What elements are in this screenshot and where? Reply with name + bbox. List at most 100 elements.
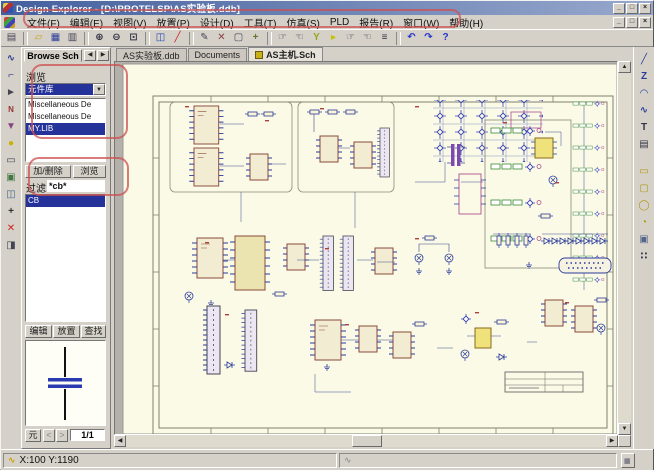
list-item[interactable]: Miscellaneous De <box>26 111 105 123</box>
renumber-icon[interactable]: ☜ <box>359 31 376 46</box>
sheet-symbol-tool-icon[interactable]: ▣ <box>3 170 19 185</box>
round-rect-tool-icon[interactable]: ▢ <box>636 181 652 196</box>
cut-icon[interactable]: ✕ <box>213 31 230 46</box>
print-icon[interactable]: ▥ <box>64 31 81 46</box>
menu-window[interactable]: 窗口(W) <box>398 15 444 30</box>
run-cursor-icon[interactable]: ▸ <box>325 31 342 46</box>
tab-documents[interactable]: Documents <box>188 48 248 61</box>
library-listbox[interactable]: Miscellaneous De Miscellaneous De MY.LIB <box>25 98 106 162</box>
scroll-right-icon[interactable]: ▶ <box>606 435 618 447</box>
filter-input[interactable]: *cb* <box>47 180 105 192</box>
undo-icon[interactable]: ↶ <box>403 31 420 46</box>
graphic-tool-icon[interactable]: ▣ <box>636 232 652 247</box>
panel-tab-browse-sch[interactable]: Browse Sch <box>24 49 82 62</box>
text-frame-tool-icon[interactable]: ▤ <box>636 137 652 152</box>
toolbar-separator <box>23 32 28 45</box>
annotate-icon[interactable]: ☞ <box>342 31 359 46</box>
part-place-tool-icon[interactable]: ▭ <box>3 153 19 168</box>
delete-tool-icon[interactable]: ✕ <box>3 221 19 236</box>
tab-label: Documents <box>195 50 241 60</box>
menu-edit[interactable]: 编辑(E) <box>65 15 108 30</box>
schematic-drawing <box>115 62 617 434</box>
page-next-button[interactable]: > <box>56 429 68 442</box>
zoom-out-icon[interactable]: ⊖ <box>108 31 125 46</box>
picture-tool-icon[interactable]: ◫ <box>3 187 19 202</box>
bezier-tool-icon[interactable]: ∿ <box>636 103 652 118</box>
find-button[interactable]: 查找 <box>81 325 106 338</box>
menu-design[interactable]: 设计(D) <box>195 15 239 30</box>
scroll-left-icon[interactable]: ◀ <box>114 435 126 447</box>
list-item-selected[interactable]: CB <box>26 195 105 207</box>
save-icon[interactable]: ▦ <box>47 31 64 46</box>
menu-help[interactable]: 帮助(H) <box>444 15 488 30</box>
browse-library-icon[interactable]: ◫ <box>152 31 169 46</box>
page-prev-button[interactable]: < <box>43 429 55 442</box>
status-grid-button[interactable]: ▦ <box>621 453 635 468</box>
list-icon[interactable]: ≡ <box>376 31 393 46</box>
text-tool-icon[interactable]: T <box>636 120 652 135</box>
list-item[interactable]: Miscellaneous De <box>26 99 105 111</box>
schematic-canvas[interactable] <box>114 61 618 435</box>
probe-part-icon[interactable]: ☞ <box>274 31 291 46</box>
minimize-button[interactable]: _ <box>613 3 625 14</box>
close-button[interactable]: × <box>639 3 651 14</box>
scroll-down-icon[interactable]: ▼ <box>618 423 631 435</box>
list-item-selected[interactable]: MY.LIB <box>26 123 105 135</box>
move-part-tool-icon[interactable]: + <box>3 204 19 219</box>
menu-pld[interactable]: PLD <box>325 17 354 28</box>
pie-tool-icon[interactable]: ◔ <box>636 215 652 230</box>
ellipse-tool-icon[interactable]: ◯ <box>636 198 652 213</box>
restore-button[interactable]: □ <box>626 3 638 14</box>
dropdown-arrow-icon[interactable]: ▼ <box>93 84 105 95</box>
edit-tool-icon[interactable]: ✎ <box>196 31 213 46</box>
menu-reports[interactable]: 报告(R) <box>354 15 398 30</box>
menu-place[interactable]: 放置(P) <box>151 15 194 30</box>
menu-file[interactable]: 文件(F) <box>22 15 65 30</box>
panel-scroll-right-button[interactable]: ▶ <box>97 50 109 61</box>
redo-icon[interactable]: ↷ <box>420 31 437 46</box>
wire-tool-icon[interactable]: ∿ <box>3 51 19 66</box>
menu-view[interactable]: 视图(V) <box>108 15 151 30</box>
mdi-minimize-button[interactable]: _ <box>613 17 625 28</box>
zoom-selection-icon[interactable]: ⊡ <box>125 31 142 46</box>
panel-scroll-left-button[interactable]: ◀ <box>84 50 96 61</box>
bus-tool-icon[interactable]: ⌐ <box>3 68 19 83</box>
pointer-tool-icon[interactable]: ► <box>3 85 19 100</box>
tab-design-database[interactable]: AS实验板.ddb <box>116 48 187 61</box>
unit-button[interactable]: 元 <box>25 429 41 442</box>
open-icon[interactable]: ▱ <box>30 31 47 46</box>
place-button[interactable]: 放置 <box>53 325 80 338</box>
component-listbox[interactable]: CB <box>25 194 106 322</box>
scroll-up-icon[interactable]: ▲ <box>618 61 631 73</box>
probe-net-icon[interactable]: ☜ <box>291 31 308 46</box>
tab-schematic-active[interactable]: AS主机.Sch <box>248 47 323 61</box>
vertical-scrollbar[interactable]: ▲ ▼ <box>618 61 631 435</box>
edit-button[interactable]: 编辑 <box>25 325 52 338</box>
menu-tools[interactable]: 工具(T) <box>239 15 282 30</box>
line-tool-icon[interactable]: ╱ <box>636 52 652 67</box>
move-icon[interactable]: + <box>247 31 264 46</box>
junction-tool-icon[interactable]: ● <box>3 136 19 151</box>
undo-place-tool-icon[interactable]: ◨ <box>3 238 19 253</box>
select-area-icon[interactable]: ▢ <box>230 31 247 46</box>
filter-icon[interactable]: Y <box>308 31 325 46</box>
library-type-dropdown[interactable]: 元件库 ▼ <box>25 83 106 96</box>
rectangle-tool-icon[interactable]: ▭ <box>636 164 652 179</box>
net-label-tool-icon[interactable]: N <box>3 102 19 117</box>
add-remove-button[interactable]: 加/删除 <box>25 165 71 178</box>
mdi-restore-button[interactable]: □ <box>626 17 638 28</box>
arc-tool-icon[interactable]: ◠ <box>636 86 652 101</box>
browse-button[interactable]: 浏览 <box>73 165 106 178</box>
scrollbar-thumb[interactable] <box>352 435 382 447</box>
select-document-icon[interactable]: ▤ <box>3 31 20 46</box>
polyline-tool-icon[interactable]: Z <box>636 69 652 84</box>
paste-array-tool-icon[interactable]: ∷ <box>636 249 652 264</box>
menu-simulate[interactable]: 仿真(S) <box>281 15 324 30</box>
zoom-in-icon[interactable]: ⊕ <box>91 31 108 46</box>
mdi-close-button[interactable]: × <box>639 17 651 28</box>
wire-icon[interactable]: ╱ <box>169 31 186 46</box>
power-port-tool-icon[interactable]: ▼ <box>3 119 19 134</box>
help-icon[interactable]: ? <box>437 31 454 46</box>
document-icon[interactable] <box>4 17 15 28</box>
horizontal-scrollbar[interactable]: ◀ ▶ <box>114 435 618 447</box>
